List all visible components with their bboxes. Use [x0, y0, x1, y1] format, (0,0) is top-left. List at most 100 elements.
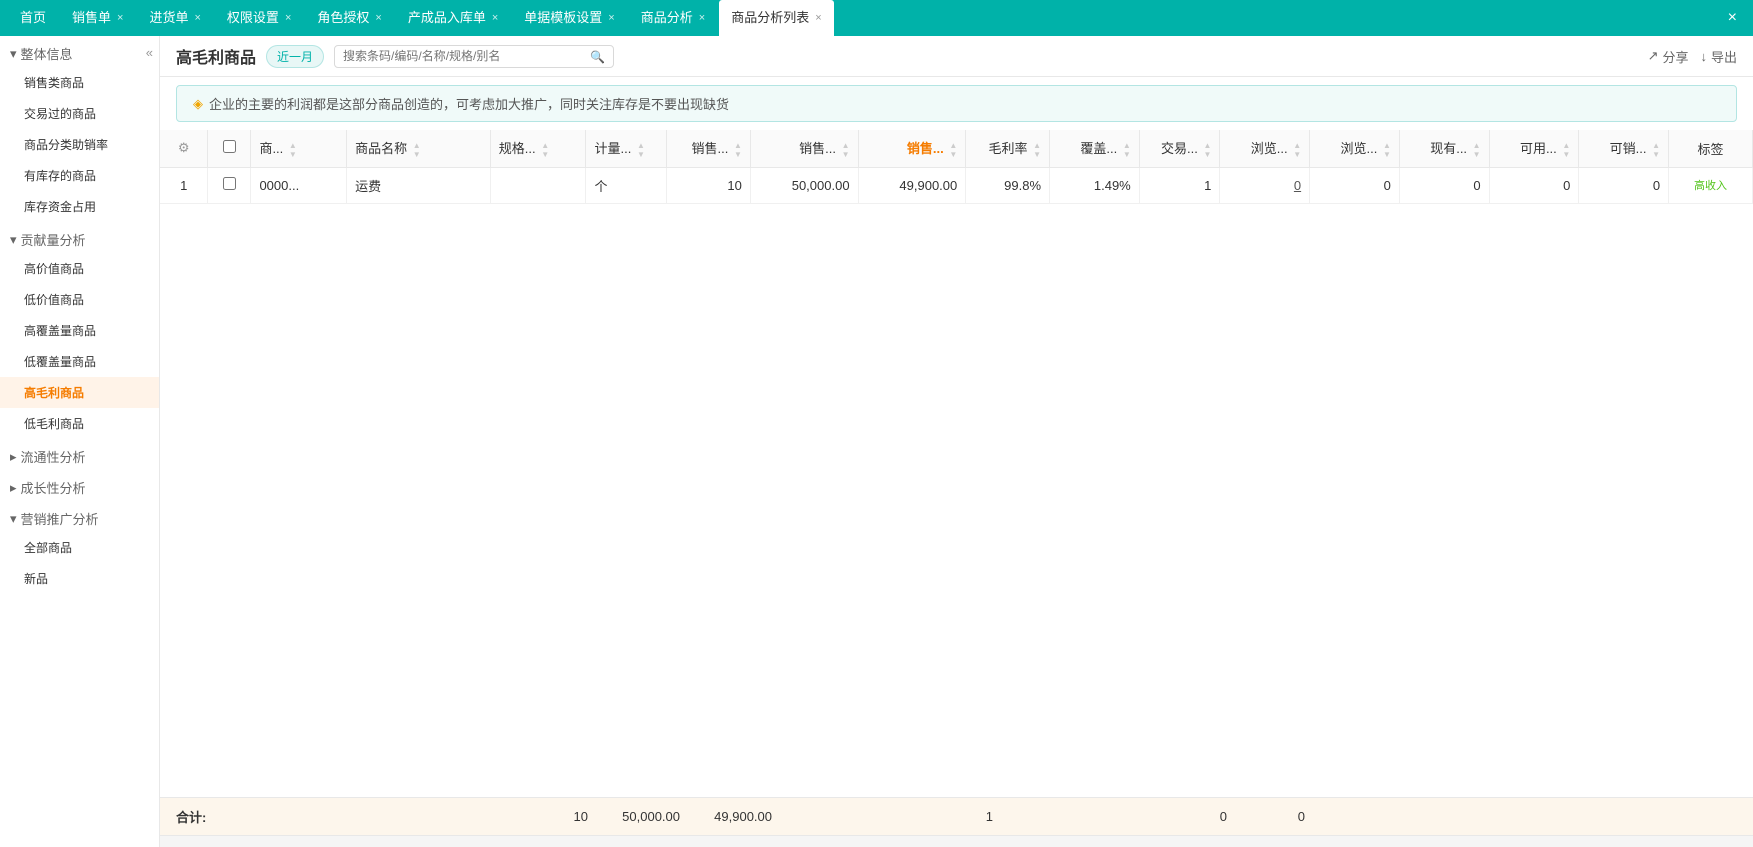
top-nav: 首页 销售单 × 进货单 × 权限设置 × 角色授权 × 产成品入库单 × 单据… — [0, 0, 1753, 36]
row-browse2: 0 — [1310, 167, 1400, 203]
col-browse1-header[interactable]: 浏览... ▲▼ — [1220, 130, 1310, 167]
close-icon[interactable]: × — [699, 0, 705, 36]
close-icon[interactable]: × — [375, 0, 381, 36]
col-sales-num-header[interactable]: 销售... ▲▼ — [667, 130, 751, 167]
table-header-row: 商... ▲▼ 商品名称 ▲▼ 规格... ▲▼ 计量... — [160, 130, 1753, 167]
chevron-right-icon — [10, 449, 17, 465]
table-row: 1 0000... 运费 个 10 50,000.00 49,900.00 99… — [160, 167, 1753, 203]
col-gross-rate-header[interactable]: 毛利率 ▲▼ — [966, 130, 1050, 167]
sort-icon: ▲▼ — [842, 141, 850, 159]
row-num: 1 — [160, 167, 208, 203]
sidebar-group-marketing[interactable]: 营销推广分析 — [0, 501, 159, 532]
sidebar-item-high-coverage[interactable]: 高覆盖量商品 — [0, 315, 159, 346]
sidebar-item-all-goods[interactable]: 全部商品 — [0, 532, 159, 563]
header-actions: 分享 导出 — [1648, 47, 1737, 66]
nav-product-analysis-list[interactable]: 商品分析列表 × — [719, 0, 833, 36]
content-area: 高毛利商品 近一月 分享 导出 企业的主要的利润都是这部分商品创造的，可考虑加大… — [160, 36, 1753, 847]
row-checkbox[interactable] — [208, 167, 251, 203]
data-table: 商... ▲▼ 商品名称 ▲▼ 规格... ▲▼ 计量... — [160, 130, 1753, 204]
nav-permissions[interactable]: 权限设置 × — [215, 0, 303, 36]
sidebar-item-low-coverage[interactable]: 低覆盖量商品 — [0, 346, 159, 377]
filter-recent-month-button[interactable]: 近一月 — [266, 45, 324, 68]
collapse-icon — [146, 45, 153, 60]
sidebar-item-low-value[interactable]: 低价值商品 — [0, 284, 159, 315]
chevron-down-icon — [10, 511, 17, 527]
sidebar-group-liquidity[interactable]: 流通性分析 — [0, 439, 159, 470]
select-all-checkbox[interactable] — [223, 140, 236, 153]
nav-finished-goods[interactable]: 产成品入库单 × — [396, 0, 510, 36]
page-title: 高毛利商品 — [176, 44, 256, 68]
col-sales-profit-header[interactable]: 销售... ▲▼ — [858, 130, 966, 167]
col-code-header[interactable]: 商... ▲▼ — [251, 130, 347, 167]
row-select-checkbox[interactable] — [223, 177, 236, 190]
col-stock-sell-header[interactable]: 可销... ▲▼ — [1579, 130, 1669, 167]
close-icon[interactable]: × — [285, 0, 291, 36]
col-stock-avail-header[interactable]: 可用... ▲▼ — [1489, 130, 1579, 167]
row-trade: 1 — [1139, 167, 1220, 203]
nav-purchase-order[interactable]: 进货单 × — [137, 0, 212, 36]
col-tag-header[interactable]: 标签 — [1669, 130, 1753, 167]
close-icon[interactable]: × — [815, 0, 821, 36]
nav-sales-order[interactable]: 销售单 × — [60, 0, 135, 36]
tip-icon — [193, 96, 203, 112]
sidebar-collapse-button[interactable] — [146, 44, 153, 60]
sort-icon: ▲▼ — [1123, 141, 1131, 159]
bottom-scrollbar[interactable] — [160, 835, 1753, 847]
row-sales-num: 10 — [667, 167, 751, 203]
footer-stock-avail: 0 — [1235, 809, 1313, 824]
search-icon[interactable] — [590, 49, 605, 64]
col-sales-amt-header[interactable]: 销售... ▲▼ — [750, 130, 858, 167]
nav-role-auth[interactable]: 角色授权 × — [305, 0, 393, 36]
row-code: 0000... — [251, 167, 347, 203]
sidebar-item-sales-goods[interactable]: 销售类商品 — [0, 67, 159, 98]
sidebar-group-contribution[interactable]: 贡献量分析 — [0, 222, 159, 253]
export-button[interactable]: 导出 — [1700, 47, 1737, 66]
row-stock-cur: 0 — [1399, 167, 1489, 203]
close-icon[interactable]: × — [117, 0, 123, 36]
footer-sales-num: 10 — [526, 809, 596, 824]
nav-home[interactable]: 首页 — [8, 0, 58, 36]
info-banner: 企业的主要的利润都是这部分商品创造的，可考虑加大推广，同时关注库存是不要出现缺货 — [176, 85, 1737, 122]
chevron-right-icon — [10, 480, 17, 496]
row-browse1[interactable]: 0 — [1220, 167, 1310, 203]
sidebar-item-low-margin[interactable]: 低毛利商品 — [0, 408, 159, 439]
close-icon[interactable]: × — [194, 0, 200, 36]
sidebar-group-overall[interactable]: 整体信息 — [0, 36, 159, 67]
sidebar-item-in-stock-goods[interactable]: 有库存的商品 — [0, 160, 159, 191]
sidebar-item-traded-goods[interactable]: 交易过的商品 — [0, 98, 159, 129]
col-trade-header[interactable]: 交易... ▲▼ — [1139, 130, 1220, 167]
search-input[interactable] — [343, 49, 585, 63]
table-body: 1 0000... 运费 个 10 50,000.00 49,900.00 99… — [160, 167, 1753, 203]
sidebar-item-high-value[interactable]: 高价值商品 — [0, 253, 159, 284]
sidebar-group-growth[interactable]: 成长性分析 — [0, 470, 159, 501]
nav-template-settings[interactable]: 单据模板设置 × — [512, 0, 626, 36]
col-browse2-header[interactable]: 浏览... ▲▼ — [1310, 130, 1400, 167]
footer-row: 合计: 10 50,000.00 49,900.00 1 0 0 — [160, 797, 1753, 835]
close-all-button[interactable]: × — [1720, 9, 1745, 27]
sort-icon: ▲▼ — [1203, 141, 1211, 159]
col-spec-header[interactable]: 规格... ▲▼ — [490, 130, 586, 167]
col-checkbox[interactable] — [208, 130, 251, 167]
sort-icon: ▲▼ — [949, 141, 957, 159]
col-stock-cur-header[interactable]: 现有... ▲▼ — [1399, 130, 1489, 167]
close-icon[interactable]: × — [608, 0, 614, 36]
sort-icon: ▲▼ — [413, 141, 421, 159]
footer-sales-amt: 50,000.00 — [596, 809, 688, 824]
share-button[interactable]: 分享 — [1648, 47, 1689, 66]
nav-product-analysis[interactable]: 商品分析 × — [629, 0, 717, 36]
col-cover-header[interactable]: 覆盖... ▲▼ — [1050, 130, 1140, 167]
footer-label: 合计: — [176, 807, 356, 826]
export-icon — [1700, 49, 1707, 64]
row-gross-rate: 99.8% — [966, 167, 1050, 203]
search-box — [334, 45, 614, 68]
sort-icon: ▲▼ — [289, 141, 297, 159]
sidebar-item-high-margin[interactable]: 高毛利商品 — [0, 377, 159, 408]
sidebar-item-new-goods[interactable]: 新品 — [0, 563, 159, 594]
sidebar-item-stock-capital[interactable]: 库存资金占用 — [0, 191, 159, 222]
sidebar-item-category-rate[interactable]: 商品分类助销率 — [0, 129, 159, 160]
col-unit-header[interactable]: 计量... ▲▼ — [586, 130, 667, 167]
close-icon[interactable]: × — [492, 0, 498, 36]
sort-icon: ▲▼ — [734, 141, 742, 159]
col-name-header[interactable]: 商品名称 ▲▼ — [347, 130, 491, 167]
col-settings[interactable] — [160, 130, 208, 167]
